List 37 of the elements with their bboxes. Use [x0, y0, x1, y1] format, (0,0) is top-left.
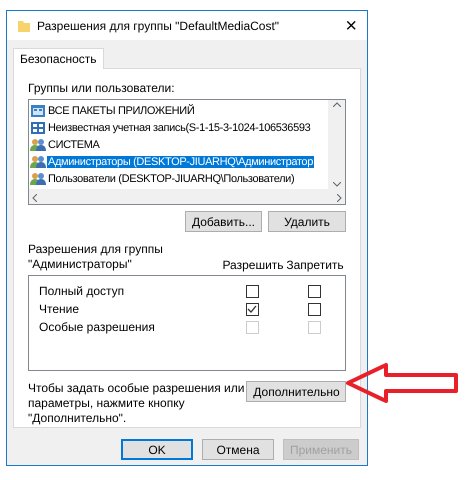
close-button[interactable]: × [345, 16, 357, 36]
permissions-label: Разрешения для группы "Администраторы" [28, 242, 164, 272]
scroll-left-icon[interactable] [32, 194, 37, 202]
app-packages-icon [30, 104, 46, 118]
list-item[interactable]: Администраторы (DESKTOP-JIUARHQ\Администратор [47, 156, 314, 168]
horizontal-scrollbar[interactable] [29, 189, 345, 204]
advanced-button[interactable]: Дополнительно [246, 381, 346, 402]
advanced-hint: Чтобы задать особые разрешения или параметры, нажмите кнопку "Дополнительно". [28, 381, 246, 426]
tab[interactable]: Безопасность [13, 48, 104, 69]
window-title: Разрешения для группы "DefaultMediaCost" [37, 18, 280, 32]
column-header: Разрешить [222, 258, 284, 272]
dialog-button[interactable]: Отмена [202, 439, 274, 460]
list-item[interactable]: Пользователи (DESKTOP-JIUARHQ\Пользователи) [47, 172, 296, 184]
users-icon [30, 138, 46, 152]
checkbox[interactable] [308, 302, 320, 316]
checkbox[interactable] [246, 302, 258, 316]
list-item[interactable]: СИСТЕМА [47, 138, 101, 150]
checkbox[interactable] [246, 284, 258, 298]
folder-icon [17, 18, 31, 32]
vertical-scrollbar[interactable] [328, 100, 345, 189]
column-header: Запретить [285, 258, 345, 272]
checkbox[interactable] [308, 284, 320, 298]
scroll-down-icon[interactable] [332, 182, 340, 187]
list-action-button[interactable]: Удалить [268, 211, 346, 232]
permission-name: Полный доступ [39, 284, 126, 298]
users-icon [30, 154, 46, 168]
list-item[interactable]: ВСЕ ПАКЕТЫ ПРИЛОЖЕНИЙ [47, 104, 196, 116]
list-action-button[interactable]: Добавить... [184, 211, 262, 232]
scroll-right-icon[interactable] [337, 194, 342, 202]
account-icon [30, 120, 46, 134]
list-item[interactable]: Неизвестная учетная запись(S-1-15-3-1024-106536593 [47, 122, 312, 134]
permission-name: Чтение [39, 302, 80, 316]
permission-name: Особые разрешения [39, 320, 156, 334]
groups-label: Группы или пользователи: [28, 81, 176, 95]
dialog-button[interactable]: OK [120, 439, 193, 460]
users-icon [30, 172, 46, 186]
scroll-up-icon[interactable] [332, 102, 340, 107]
